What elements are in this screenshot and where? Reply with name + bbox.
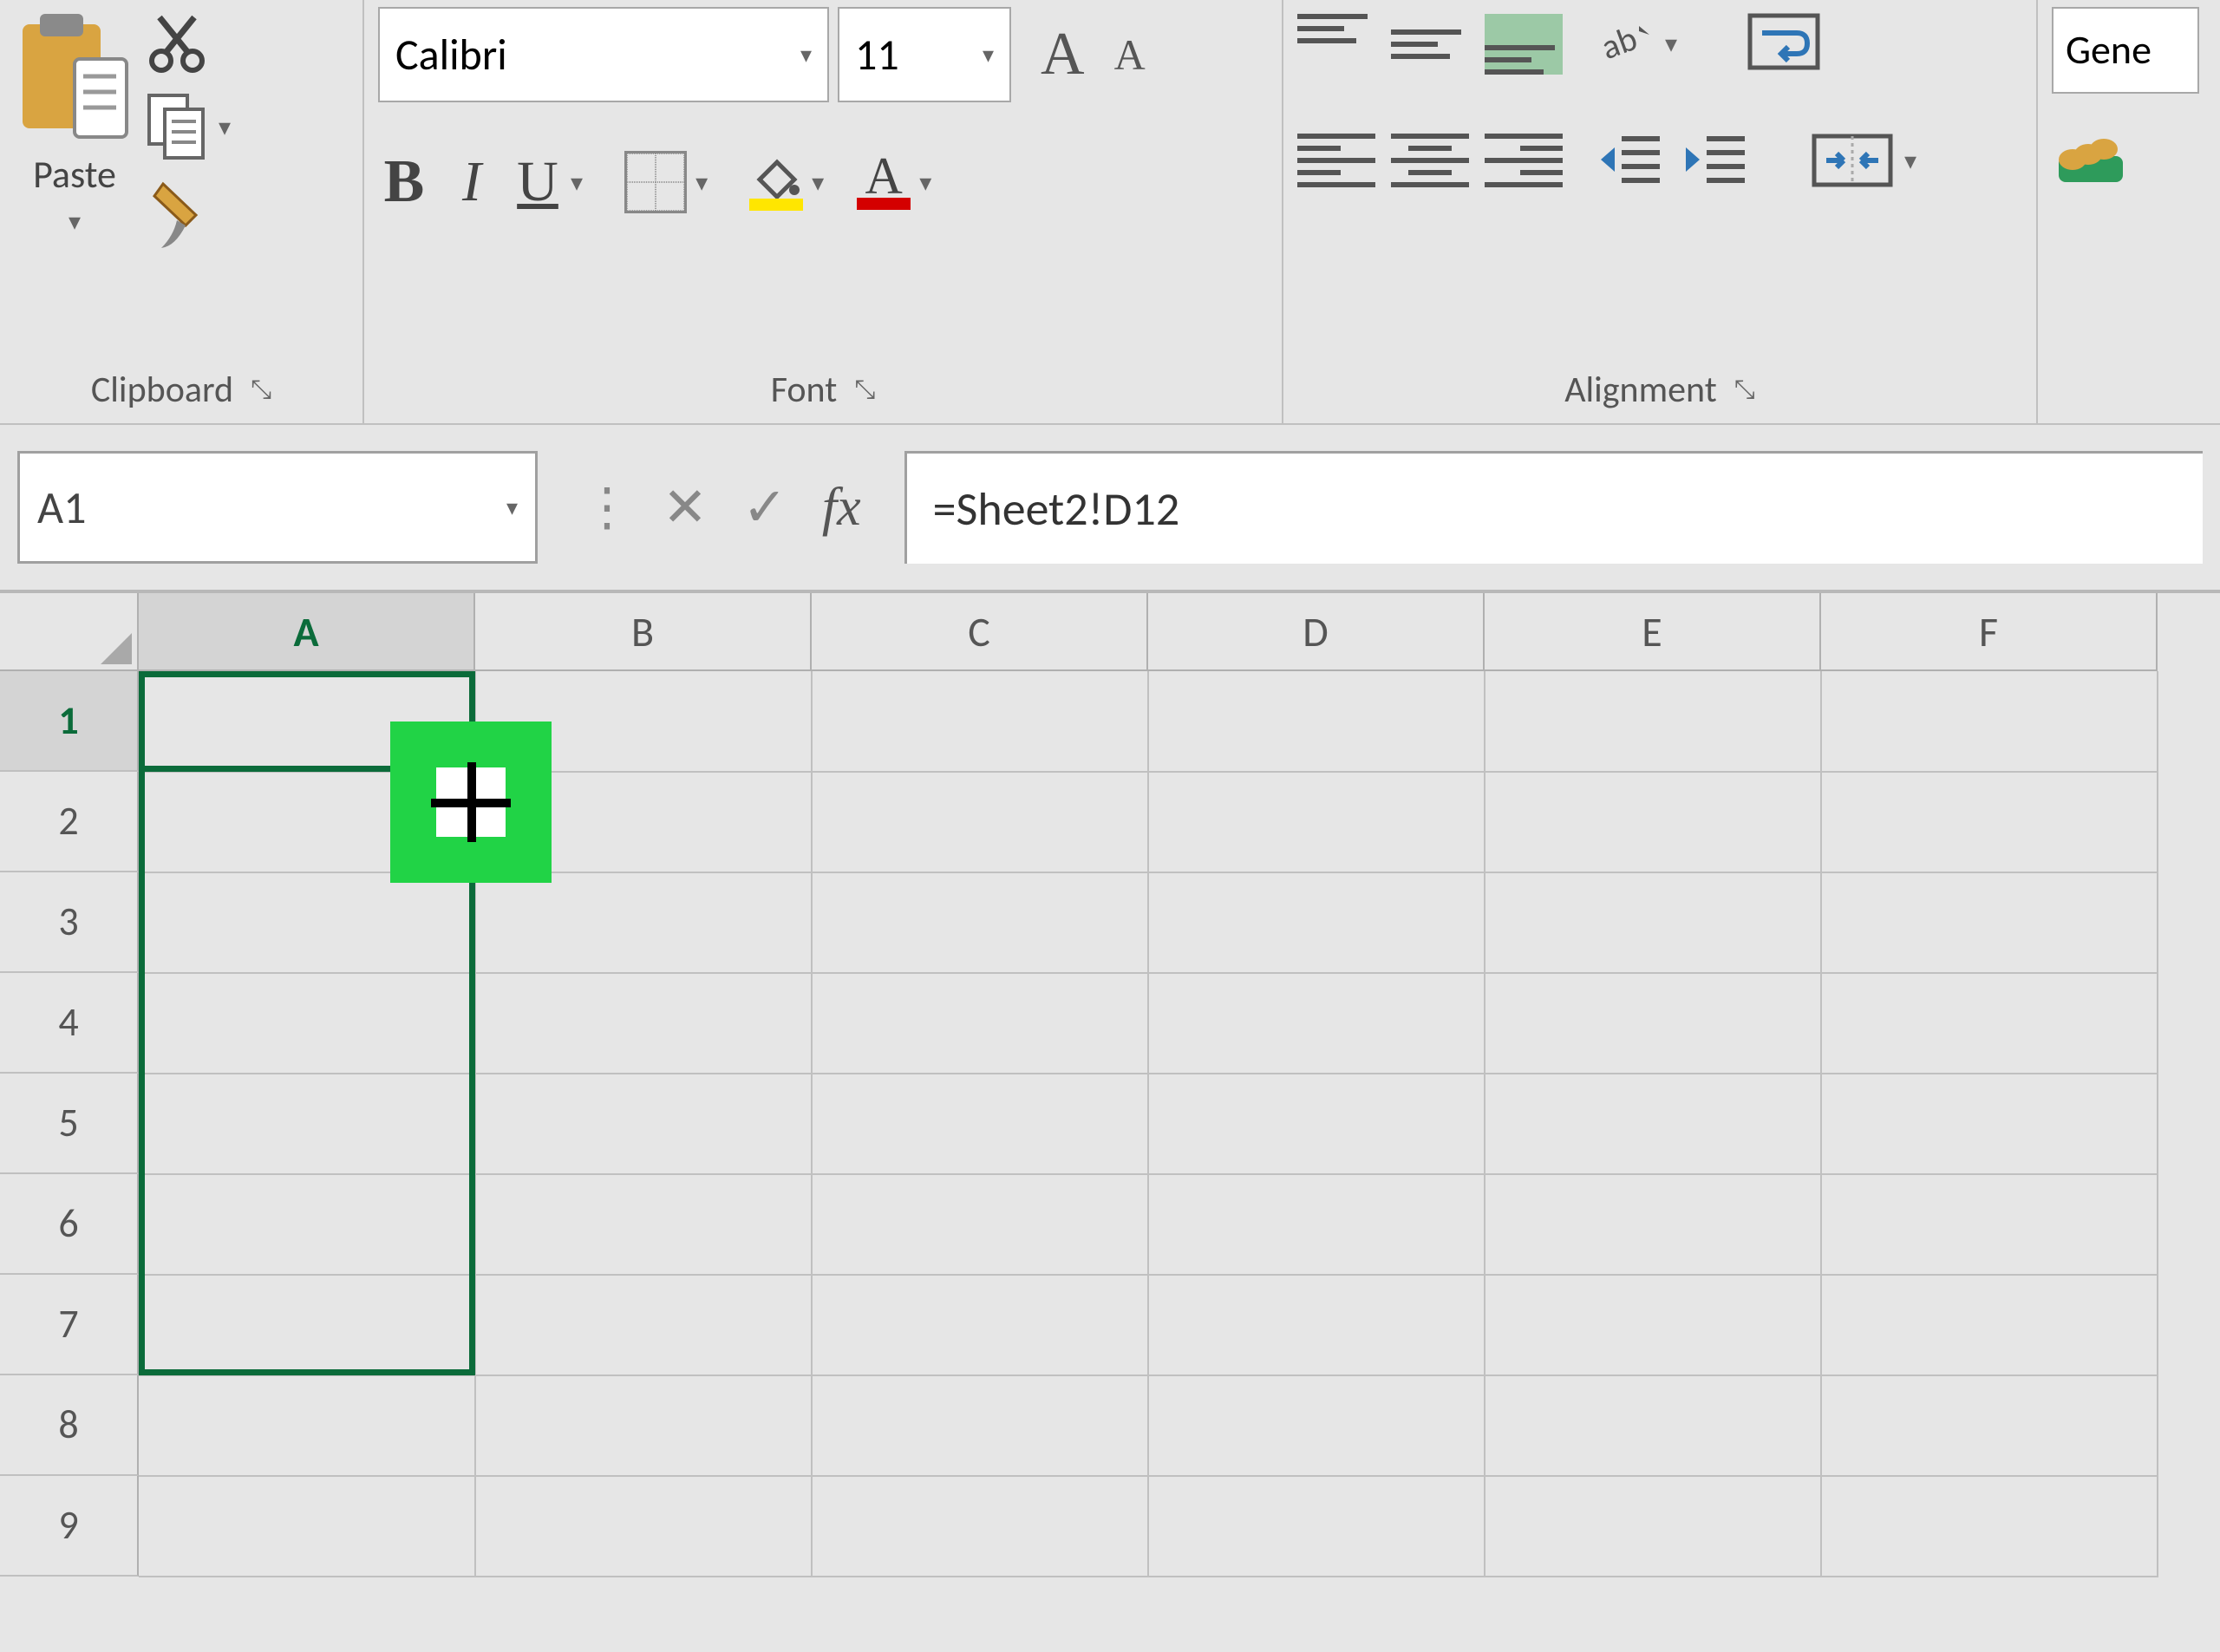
column-header-f[interactable]: F: [1821, 593, 2158, 671]
chevron-down-icon[interactable]: ▾: [919, 167, 931, 198]
spreadsheet-grid: A B C D E F 1 2 3 4 5 6 7 8 9: [0, 593, 2220, 1577]
group-alignment: ab ▾: [1283, 0, 2038, 423]
fill-color-button[interactable]: [749, 153, 803, 211]
group-label-font: Font: [771, 368, 838, 412]
number-format-select[interactable]: Gene: [2052, 7, 2199, 94]
chevron-down-icon[interactable]: ▾: [571, 167, 583, 198]
ribbon: Paste ▾: [0, 0, 2220, 425]
align-right-button[interactable]: [1485, 130, 1563, 191]
increase-indent-icon: [1681, 128, 1750, 189]
format-painter-button[interactable]: [146, 179, 231, 253]
font-size-select[interactable]: 11 ▾: [838, 7, 1011, 102]
enter-icon[interactable]: ✓: [742, 474, 787, 540]
dialog-launcher-icon[interactable]: ⤡: [1734, 374, 1755, 406]
cancel-icon[interactable]: ✕: [663, 474, 708, 540]
insert-function-button[interactable]: fx: [822, 477, 861, 539]
row-header-7[interactable]: 7: [0, 1275, 139, 1375]
chevron-down-icon[interactable]: ▾: [1665, 29, 1677, 59]
increase-font-size-button[interactable]: A: [1041, 20, 1085, 89]
wrap-text-button[interactable]: [1745, 7, 1823, 81]
borders-button[interactable]: [624, 151, 687, 213]
column-header-d[interactable]: D: [1148, 593, 1485, 671]
cell-area[interactable]: [139, 671, 2220, 1577]
fill-handle-cursor-icon: [436, 767, 506, 837]
align-top-button[interactable]: [1297, 14, 1375, 75]
paste-split-button[interactable]: Paste ▾: [14, 7, 135, 237]
align-bottom-button[interactable]: [1485, 14, 1563, 75]
copy-icon: [146, 92, 208, 161]
formula-bar-options-icon[interactable]: ⋮: [581, 476, 628, 539]
chevron-down-icon[interactable]: ▾: [695, 167, 708, 198]
font-name-value: Calibri: [395, 29, 507, 82]
decrease-indent-button[interactable]: [1596, 128, 1665, 193]
accounting-format-button[interactable]: [2052, 128, 2130, 193]
formula-value: =Sheet2!D12: [933, 480, 1180, 538]
font-size-value: 11: [855, 29, 899, 82]
dialog-launcher-icon[interactable]: ⤡: [854, 374, 875, 406]
align-middle-button[interactable]: [1391, 14, 1469, 75]
chevron-down-icon[interactable]: ▾: [69, 206, 81, 237]
paintbrush-icon: [146, 179, 213, 253]
chevron-down-icon: ▾: [983, 41, 994, 69]
font-color-letter: A: [865, 154, 903, 198]
decrease-indent-icon: [1596, 128, 1665, 189]
paste-icon: [14, 7, 135, 146]
align-left-button[interactable]: [1297, 130, 1375, 191]
align-center-button[interactable]: [1391, 130, 1469, 191]
fill-handle-callout: [390, 722, 552, 883]
name-box[interactable]: A1 ▾: [17, 451, 538, 564]
group-number: Gene: [2038, 0, 2211, 423]
orientation-icon[interactable]: ab: [1596, 14, 1656, 75]
group-font: Calibri ▾ 11 ▾ A A B I U ▾ ▾: [364, 0, 1283, 423]
italic-button[interactable]: I: [446, 149, 498, 215]
row-headers: 1 2 3 4 5 6 7 8 9: [0, 671, 139, 1577]
paint-bucket-icon: [751, 153, 801, 199]
group-clipboard: Paste ▾: [0, 0, 364, 423]
chevron-down-icon: ▾: [800, 41, 812, 69]
underline-button[interactable]: U: [513, 149, 562, 215]
cut-button[interactable]: [146, 12, 231, 75]
chevron-down-icon[interactable]: ▾: [1904, 146, 1916, 176]
column-header-c[interactable]: C: [812, 593, 1148, 671]
group-label-alignment: Alignment: [1564, 368, 1717, 412]
scissors-icon: [146, 12, 208, 75]
column-header-a[interactable]: A: [139, 593, 475, 671]
wrap-text-icon: [1745, 7, 1823, 76]
group-label-clipboard: Clipboard: [91, 368, 233, 412]
formula-bar: A1 ▾ ⋮ ✕ ✓ fx =Sheet2!D12: [0, 425, 2220, 593]
font-name-select[interactable]: Calibri ▾: [378, 7, 829, 102]
formula-input[interactable]: =Sheet2!D12: [904, 451, 2203, 564]
row-header-8[interactable]: 8: [0, 1375, 139, 1476]
row-header-4[interactable]: 4: [0, 973, 139, 1074]
svg-text:ab: ab: [1596, 16, 1642, 69]
copy-button[interactable]: ▾: [146, 92, 231, 161]
font-color-button[interactable]: A: [857, 154, 911, 210]
bold-button[interactable]: B: [378, 147, 430, 217]
column-header-e[interactable]: E: [1485, 593, 1821, 671]
decrease-font-size-button[interactable]: A: [1114, 29, 1146, 80]
chevron-down-icon[interactable]: ▾: [812, 167, 824, 198]
row-header-9[interactable]: 9: [0, 1476, 139, 1577]
accounting-icon: [2052, 128, 2130, 189]
increase-indent-button[interactable]: [1681, 128, 1750, 193]
column-headers: A B C D E F: [0, 593, 2220, 671]
dialog-launcher-icon[interactable]: ⤡: [251, 374, 271, 406]
merge-center-icon[interactable]: [1809, 127, 1896, 193]
select-all-corner[interactable]: [0, 593, 139, 671]
name-box-value: A1: [37, 480, 86, 535]
row-header-5[interactable]: 5: [0, 1074, 139, 1174]
chevron-down-icon[interactable]: ▾: [219, 112, 231, 142]
row-header-1[interactable]: 1: [0, 671, 139, 772]
row-header-3[interactable]: 3: [0, 872, 139, 973]
column-header-b[interactable]: B: [475, 593, 812, 671]
row-header-6[interactable]: 6: [0, 1174, 139, 1275]
row-header-2[interactable]: 2: [0, 772, 139, 872]
chevron-down-icon: ▾: [506, 493, 518, 521]
paste-label: Paste: [33, 151, 116, 198]
number-format-value: Gene: [2066, 26, 2151, 75]
